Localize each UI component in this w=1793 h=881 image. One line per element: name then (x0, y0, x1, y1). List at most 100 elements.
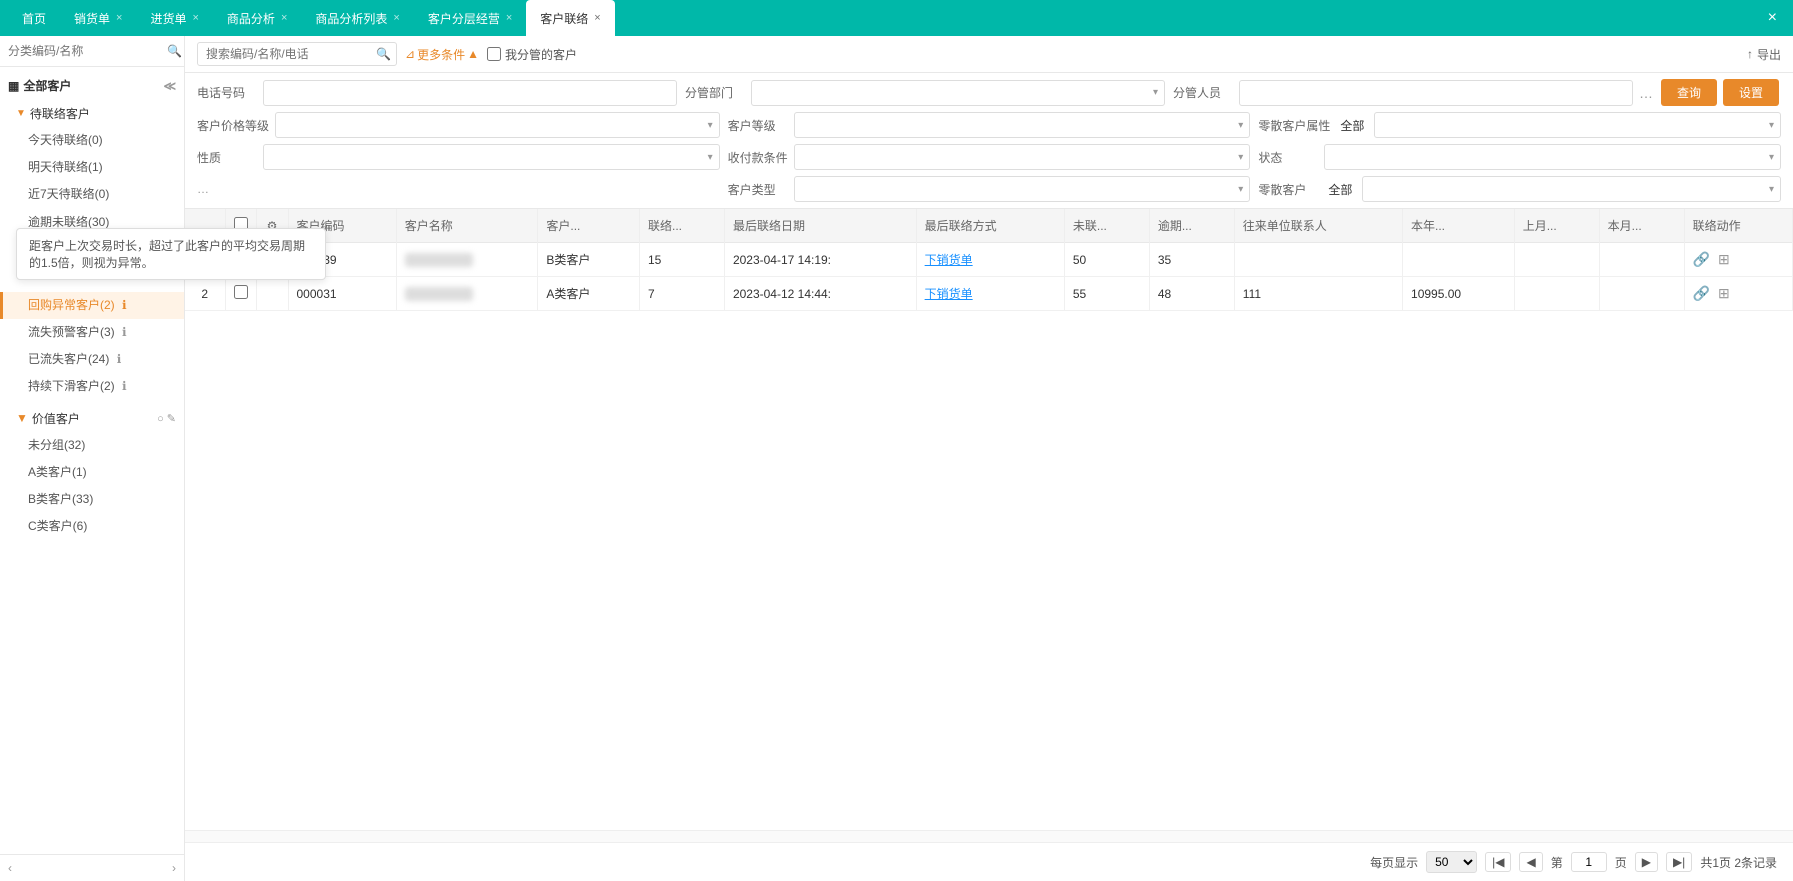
scroll-bar-area[interactable] (185, 830, 1793, 842)
dots-btn-manager[interactable]: … (1639, 85, 1653, 101)
td-row1-category: B类客户 (538, 243, 640, 277)
page-last-btn[interactable]: ▶| (1666, 852, 1692, 872)
sidebar-edit-btn[interactable]: ○ ✎ (157, 412, 176, 425)
sidebar-item-tomorrow[interactable]: 明天待联络(1) (0, 154, 184, 181)
query-button[interactable]: 查询 (1661, 79, 1717, 106)
td-row1-this-year (1403, 243, 1515, 277)
nav-tab-analysis-close[interactable]: × (281, 12, 287, 24)
filter-price-grade-select[interactable]: ▾ (275, 112, 720, 138)
sidebar-item-repurchase-anomaly[interactable]: 回购异常客户(2) ℹ (0, 292, 184, 319)
filter-manager: 分管人员 … (1173, 80, 1653, 106)
page-next-btn[interactable]: ▶ (1635, 852, 1658, 872)
dots-btn-left[interactable]: … (197, 182, 209, 196)
sidebar-item-churned[interactable]: 已流失客户(24) ℹ (0, 346, 184, 373)
main-layout: 🔍 ▦ 全部客户 ≪ ▼ 待联络客户 今天待联络(0) 明天待联络(1) 近7天… (0, 36, 1793, 881)
sidebar-item-b-class[interactable]: B类客户(33) (0, 486, 184, 513)
nav-tab-customer-contact[interactable]: 客户联络 × (526, 0, 614, 36)
nav-tab-analysis[interactable]: 商品分析 × (213, 0, 301, 36)
pagination: 每页显示 50 100 |◀ ◀ 第 页 ▶ ▶| 共1页 2条记录 (185, 842, 1793, 881)
filter-btn-group: 查询 设置 (1661, 79, 1781, 106)
filter-status-select[interactable]: ▾ (1324, 144, 1781, 170)
td-row1-last-method-link[interactable]: 下销货单 (925, 253, 973, 267)
sidebar-collapse-btn[interactable]: ≪ (163, 79, 176, 93)
filter-dept-select[interactable]: ▾ (751, 80, 1165, 106)
row1-link-icon[interactable]: 🔗 (1693, 251, 1710, 268)
tooltip-text: 距客户上次交易时长，超过了此客户的平均交易周期的1.5倍，则视为异常。 (29, 239, 184, 270)
filter-phone-input[interactable] (263, 80, 677, 106)
page-first-btn[interactable]: |◀ (1485, 852, 1511, 872)
sidebar-section-pending[interactable]: ▼ 待联络客户 (0, 100, 184, 127)
sidebar-nav-left[interactable]: ‹ (8, 861, 12, 875)
window-close-button[interactable]: × (1760, 9, 1785, 27)
filter-manager-label: 分管人员 (1173, 84, 1233, 101)
export-btn[interactable]: ↑ 导出 (1747, 46, 1781, 63)
search-input[interactable] (197, 42, 397, 66)
filter-retail-attr: 零散客户属性 全部 ▾ (1258, 112, 1781, 138)
nav-tab-sales-close[interactable]: × (116, 12, 122, 24)
filter-retail-customer-select[interactable]: ▾ (1362, 176, 1781, 202)
filter-retail-customer-label: 零散客户 (1258, 181, 1318, 198)
filter-payment-select[interactable]: ▾ (794, 144, 1251, 170)
sidebar-section-value-label: 价值客户 (32, 410, 80, 427)
sidebar-item-a-class[interactable]: A类客户(1) (0, 459, 184, 486)
row2-link-icon[interactable]: 🔗 (1693, 285, 1710, 302)
sidebar-item-7days[interactable]: 近7天待联络(0) (0, 181, 184, 208)
sidebar-item-declining-label: 持续下滑客户(2) (28, 379, 115, 393)
filter-customer-type-mid: 客户类型 ▾ (728, 176, 1251, 202)
pagination-per-page-select[interactable]: 50 100 (1426, 851, 1477, 873)
nav-tab-purchase-close[interactable]: × (192, 12, 198, 24)
td-row2-last-method-link[interactable]: 下销货单 (925, 287, 973, 301)
filter-retail-customer: 零散客户 全部 ▾ (1258, 176, 1781, 202)
filter-retail-attr-label: 零散客户属性 (1258, 117, 1330, 134)
chevron-down-icon-type: ▾ (1238, 184, 1243, 195)
nav-tab-customer-contact-close[interactable]: × (594, 12, 600, 24)
th-last-contact-date-label: 最后联络日期 (733, 219, 805, 233)
nav-tab-analysis-list[interactable]: 商品分析列表 × (301, 0, 413, 36)
search-icon[interactable]: 🔍 (376, 47, 391, 61)
row2-checkbox[interactable] (234, 285, 248, 299)
sidebar-item-c-class[interactable]: C类客户(6) (0, 513, 184, 540)
row1-action-icons: 🔗 ⊞ (1693, 251, 1784, 268)
filter-manager-select[interactable] (1239, 80, 1633, 106)
nav-tab-customer-layer-close[interactable]: × (506, 12, 512, 24)
nav-tab-analysis-list-close[interactable]: × (393, 12, 399, 24)
th-this-month-label: 本月... (1608, 219, 1642, 233)
filter-customer-type-select[interactable]: ▾ (794, 176, 1251, 202)
sidebar-section-value[interactable]: ▼ 价值客户 ○ ✎ (0, 405, 184, 432)
sidebar-item-declining[interactable]: 持续下滑客户(2) ℹ (0, 373, 184, 400)
filter-gender-select[interactable]: ▾ (263, 144, 720, 170)
sidebar-item-churned-label: 已流失客户(24) (28, 352, 109, 366)
filter-retail-customer-value: 全部 (1328, 181, 1352, 198)
sidebar-search-icon[interactable]: 🔍 (167, 44, 182, 58)
td-row1-name: ████████ (396, 243, 538, 277)
td-row1-action: 🔗 ⊞ (1684, 243, 1792, 277)
th-overdue-label: 逾期... (1158, 219, 1192, 233)
setting-button[interactable]: 设置 (1723, 79, 1779, 106)
sidebar-item-unclassified[interactable]: 未分组(32) (0, 432, 184, 459)
filter-retail-attr-select[interactable]: ▾ (1374, 112, 1781, 138)
filter-dept: 分管部门 ▾ (685, 80, 1165, 106)
nav-tab-sales[interactable]: 销货单 × (60, 0, 136, 36)
my-customers-toggle[interactable]: 我分管的客户 (487, 46, 577, 63)
sidebar-item-a-class-label: A类客户(1) (28, 465, 87, 479)
filter-payment-label: 收付款条件 (728, 149, 788, 166)
th-last-contact-method: 最后联络方式 (916, 209, 1064, 243)
more-conditions-btn[interactable]: ⊿ 更多条件 ▲ (405, 46, 479, 63)
sidebar-nav-right[interactable]: › (172, 861, 176, 875)
row1-grid-icon[interactable]: ⊞ (1718, 251, 1730, 268)
sidebar-search-input[interactable] (8, 44, 163, 58)
nav-tab-customer-layer[interactable]: 客户分层经营 × (414, 0, 526, 36)
sidebar-item-today[interactable]: 今天待联络(0) (0, 127, 184, 154)
advanced-filter-panel: 电话号码 分管部门 ▾ 分管人员 … 查询 (185, 73, 1793, 209)
my-customers-checkbox[interactable] (487, 47, 501, 61)
sidebar-all-customers[interactable]: ▦ 全部客户 ≪ (0, 71, 184, 100)
pagination-page-input[interactable] (1571, 852, 1607, 872)
chevron-down-icon-payment: ▾ (1238, 152, 1243, 163)
nav-tab-home[interactable]: 首页 (8, 0, 60, 36)
page-prev-btn[interactable]: ◀ (1519, 852, 1542, 872)
filter-customer-grade-select[interactable]: ▾ (794, 112, 1251, 138)
row2-grid-icon[interactable]: ⊞ (1718, 285, 1730, 302)
nav-tab-analysis-list-label: 商品分析列表 (315, 10, 387, 27)
nav-tab-purchase[interactable]: 进货单 × (136, 0, 212, 36)
sidebar-item-churn-warning[interactable]: 流失预警客户(3) ℹ (0, 319, 184, 346)
